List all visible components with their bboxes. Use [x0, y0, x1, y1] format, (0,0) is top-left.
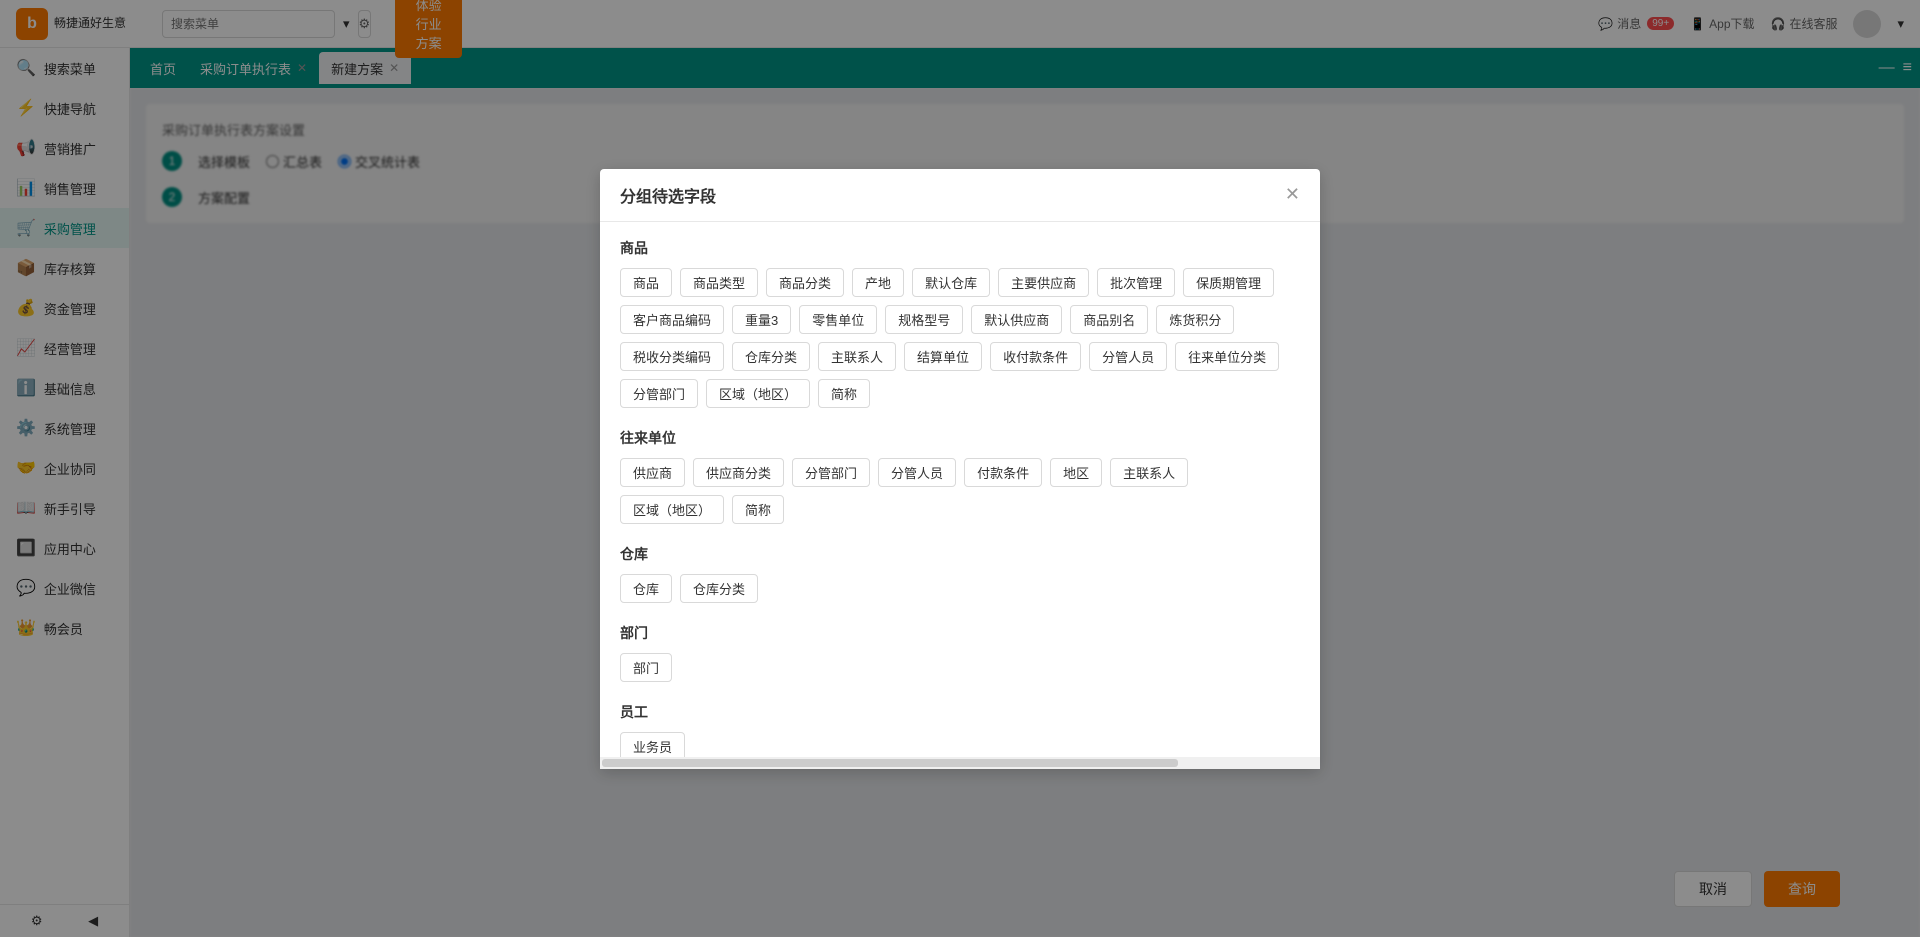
field-tag-tax-code[interactable]: 税收分类编码: [620, 342, 724, 371]
modal-close-button[interactable]: ✕: [1285, 184, 1300, 205]
field-tag-default-supplier[interactable]: 默认供应商: [971, 305, 1062, 334]
field-tag-department[interactable]: 部门: [620, 653, 672, 682]
field-tag-partner-dept[interactable]: 分管部门: [792, 458, 870, 487]
field-tag-partner-region[interactable]: 区域（地区）: [620, 495, 724, 524]
section-goods-fields: 商品 商品类型 商品分类 产地 默认仓库 主要供应商 批次管理 保质期管理 客户…: [620, 268, 1300, 408]
field-tag-payment-terms[interactable]: 收付款条件: [990, 342, 1081, 371]
modal-hscroll-thumb: [602, 759, 1178, 767]
field-tag-partner-category[interactable]: 往来单位分类: [1175, 342, 1279, 371]
field-tag-pay-terms[interactable]: 付款条件: [964, 458, 1042, 487]
section-employee-fields: 业务员: [620, 732, 1300, 757]
section-department: 部门 部门: [620, 623, 1300, 682]
field-tag-goods-type[interactable]: 商品类型: [680, 268, 758, 297]
section-department-fields: 部门: [620, 653, 1300, 682]
section-employee-title: 员工: [620, 702, 1300, 722]
section-warehouse: 仓库 仓库 仓库分类: [620, 544, 1300, 603]
field-tag-origin[interactable]: 产地: [852, 268, 904, 297]
field-tag-supplier[interactable]: 供应商: [620, 458, 685, 487]
section-warehouse-title: 仓库: [620, 544, 1300, 564]
field-tag-abbr[interactable]: 简称: [818, 379, 870, 408]
section-partner: 往来单位 供应商 供应商分类 分管部门 分管人员 付款条件 地区 主联系人 区域…: [620, 428, 1300, 524]
field-tag-wh-category[interactable]: 仓库分类: [680, 574, 758, 603]
modal-overlay: 分组待选字段 ✕ 商品 商品 商品类型 商品分类 产地 默认仓库 主要供应商 批…: [0, 0, 1920, 937]
modal-header: 分组待选字段 ✕: [600, 169, 1320, 222]
field-tag-partner-supervisor[interactable]: 分管人员: [878, 458, 956, 487]
field-tag-warehouse-category[interactable]: 仓库分类: [732, 342, 810, 371]
modal-title: 分组待选字段: [620, 183, 716, 207]
section-department-title: 部门: [620, 623, 1300, 643]
field-tag-goods[interactable]: 商品: [620, 268, 672, 297]
field-tag-main-contact[interactable]: 主联系人: [818, 342, 896, 371]
field-tag-settlement-unit[interactable]: 结算单位: [904, 342, 982, 371]
field-tag-customer-code[interactable]: 客户商品编码: [620, 305, 724, 334]
field-tag-goods-alias[interactable]: 商品别名: [1070, 305, 1148, 334]
field-tag-spec[interactable]: 规格型号: [885, 305, 963, 334]
section-goods: 商品 商品 商品类型 商品分类 产地 默认仓库 主要供应商 批次管理 保质期管理…: [620, 238, 1300, 408]
field-tag-weight[interactable]: 重量3: [732, 305, 791, 334]
field-select-modal: 分组待选字段 ✕ 商品 商品 商品类型 商品分类 产地 默认仓库 主要供应商 批…: [600, 169, 1320, 769]
field-tag-refine-points[interactable]: 炼货积分: [1156, 305, 1234, 334]
section-partner-title: 往来单位: [620, 428, 1300, 448]
modal-body: 商品 商品 商品类型 商品分类 产地 默认仓库 主要供应商 批次管理 保质期管理…: [600, 222, 1320, 757]
field-tag-shelf-life[interactable]: 保质期管理: [1183, 268, 1274, 297]
field-tag-main-supplier[interactable]: 主要供应商: [998, 268, 1089, 297]
field-tag-area[interactable]: 地区: [1050, 458, 1102, 487]
modal-horizontal-scrollbar[interactable]: [600, 757, 1320, 769]
field-tag-goods-category[interactable]: 商品分类: [766, 268, 844, 297]
field-tag-partner-contact[interactable]: 主联系人: [1110, 458, 1188, 487]
field-tag-salesperson[interactable]: 业务员: [620, 732, 685, 757]
field-tag-default-warehouse[interactable]: 默认仓库: [912, 268, 990, 297]
field-tag-supervisor[interactable]: 分管人员: [1089, 342, 1167, 371]
field-tag-retail-unit[interactable]: 零售单位: [799, 305, 877, 334]
field-tag-wh[interactable]: 仓库: [620, 574, 672, 603]
section-warehouse-fields: 仓库 仓库分类: [620, 574, 1300, 603]
section-employee: 员工 业务员: [620, 702, 1300, 757]
section-partner-fields: 供应商 供应商分类 分管部门 分管人员 付款条件 地区 主联系人 区域（地区） …: [620, 458, 1300, 524]
field-tag-batch-mgmt[interactable]: 批次管理: [1097, 268, 1175, 297]
field-tag-partner-abbr[interactable]: 简称: [732, 495, 784, 524]
field-tag-supplier-category[interactable]: 供应商分类: [693, 458, 784, 487]
field-tag-dept[interactable]: 分管部门: [620, 379, 698, 408]
field-tag-region[interactable]: 区域（地区）: [706, 379, 810, 408]
section-goods-title: 商品: [620, 238, 1300, 258]
